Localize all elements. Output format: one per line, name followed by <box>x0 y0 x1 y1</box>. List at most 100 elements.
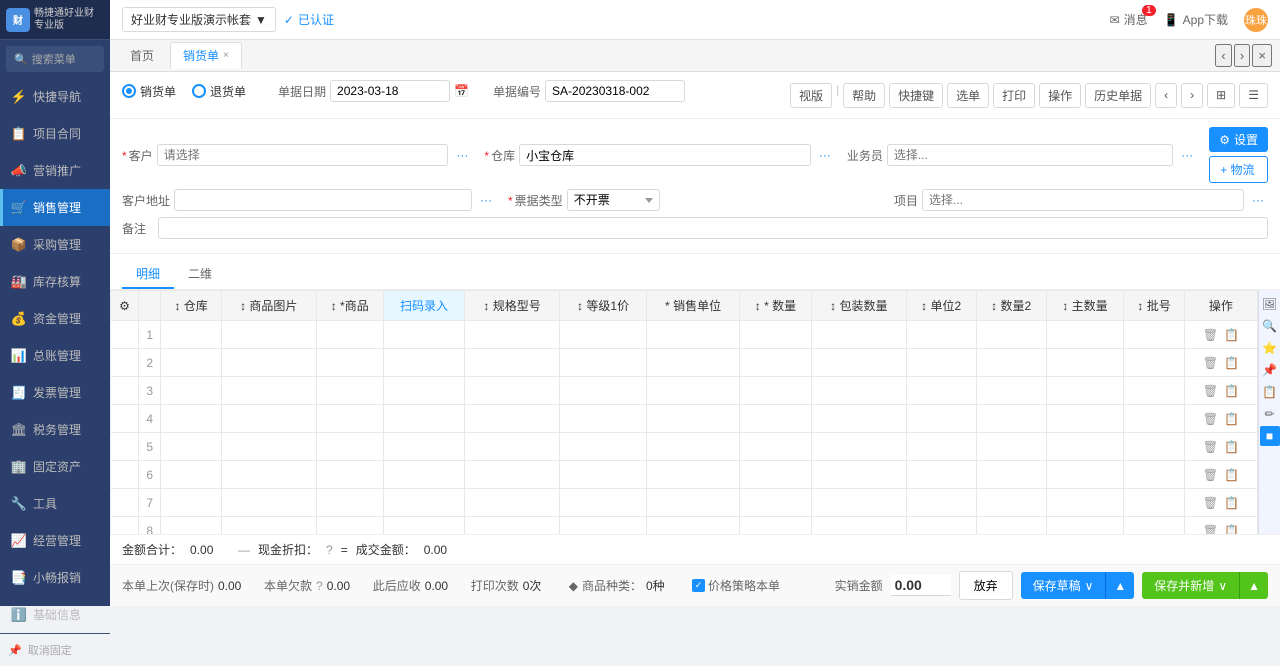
row-copy-icon[interactable]: 📋 <box>1224 356 1239 370</box>
sidebar-item-tax[interactable]: 🏛 税务管理 <box>0 411 110 448</box>
tab-close-all-button[interactable]: × <box>1252 44 1272 67</box>
table-cell[interactable] <box>221 349 316 377</box>
table-cell[interactable] <box>811 489 906 517</box>
doc-date-input[interactable] <box>330 80 450 102</box>
table-cell[interactable] <box>740 517 812 535</box>
col-grade-price[interactable]: ↕ 等级1价 <box>559 291 646 321</box>
table-cell[interactable] <box>221 377 316 405</box>
sidebar-item-basic[interactable]: ℹ️ 基础信息 <box>0 596 110 633</box>
table-cell[interactable] <box>316 321 383 349</box>
table-cell[interactable] <box>1046 517 1124 535</box>
tab-detail-mingxi[interactable]: 明细 <box>122 260 174 289</box>
table-cell[interactable] <box>465 349 560 377</box>
table-cell[interactable] <box>559 349 646 377</box>
table-cell[interactable] <box>465 461 560 489</box>
table-cell[interactable] <box>1124 405 1184 433</box>
col-sales-unit[interactable]: * 销售单位 <box>647 291 740 321</box>
table-cell[interactable] <box>1046 461 1124 489</box>
warehouse-dots-icon[interactable]: ··· <box>815 148 835 162</box>
table-cell[interactable] <box>1124 349 1184 377</box>
table-cell[interactable] <box>161 517 221 535</box>
right-panel-copy-icon[interactable]: 📋 <box>1260 382 1280 402</box>
table-cell[interactable] <box>740 321 812 349</box>
table-cell[interactable] <box>316 461 383 489</box>
print-button[interactable]: 打印 <box>993 83 1035 108</box>
table-cell[interactable] <box>383 433 464 461</box>
sidebar-item-purchase[interactable]: 📦 采购管理 <box>0 226 110 263</box>
table-cell[interactable] <box>647 433 740 461</box>
table-cell[interactable] <box>976 517 1046 535</box>
table-cell[interactable] <box>1046 377 1124 405</box>
project-dots-icon[interactable]: ··· <box>1248 193 1268 207</box>
col-batch[interactable]: ↕ 批号 <box>1124 291 1184 321</box>
table-cell[interactable] <box>1124 321 1184 349</box>
table-cell[interactable] <box>465 489 560 517</box>
table-cell[interactable] <box>316 433 383 461</box>
row-delete-icon[interactable]: 🗑 <box>1203 328 1218 342</box>
address-input[interactable] <box>174 189 472 211</box>
salesperson-input[interactable] <box>887 144 1173 166</box>
table-cell[interactable] <box>316 349 383 377</box>
table-cell[interactable] <box>161 433 221 461</box>
sidebar-item-accounting[interactable]: 📊 总账管理 <box>0 337 110 374</box>
row-delete-icon[interactable]: 🗑 <box>1203 524 1218 535</box>
save-draft-button[interactable]: 保存草稿 ∨ <box>1021 572 1106 599</box>
table-cell[interactable] <box>906 461 976 489</box>
table-cell[interactable] <box>976 349 1046 377</box>
search-menu-button[interactable]: 🔍 搜索菜单 <box>6 46 104 72</box>
table-cell[interactable] <box>465 517 560 535</box>
table-cell[interactable] <box>976 377 1046 405</box>
table-cell[interactable] <box>647 349 740 377</box>
table-cell[interactable] <box>221 405 316 433</box>
row-copy-icon[interactable]: 📋 <box>1224 384 1239 398</box>
tab-sales-order[interactable]: 销货单 × <box>170 42 242 69</box>
table-cell[interactable] <box>647 489 740 517</box>
address-dots-icon[interactable]: ··· <box>476 193 496 207</box>
table-cell[interactable] <box>161 321 221 349</box>
table-cell[interactable] <box>1124 517 1184 535</box>
table-view-button[interactable]: ⊞ <box>1207 83 1235 108</box>
table-cell[interactable] <box>976 489 1046 517</box>
table-cell[interactable] <box>221 517 316 535</box>
table-cell[interactable] <box>647 517 740 535</box>
help-button[interactable]: 帮助 <box>843 83 885 108</box>
right-panel-star-icon[interactable]: ⭐ <box>1260 338 1280 358</box>
customer-input[interactable] <box>157 144 449 166</box>
table-cell[interactable] <box>465 321 560 349</box>
table-cell[interactable] <box>976 321 1046 349</box>
row-copy-icon[interactable]: 📋 <box>1224 496 1239 510</box>
table-cell[interactable] <box>740 433 812 461</box>
remark-input[interactable] <box>158 217 1268 239</box>
table-cell[interactable] <box>316 377 383 405</box>
right-panel-image-icon[interactable]: 🖼 <box>1260 294 1280 314</box>
shortcut-button[interactable]: 快捷键 <box>889 83 943 108</box>
table-cell[interactable] <box>647 461 740 489</box>
table-cell[interactable] <box>1046 349 1124 377</box>
app-download-button[interactable]: 📱 App下载 <box>1164 11 1228 28</box>
table-cell[interactable] <box>316 489 383 517</box>
table-cell[interactable] <box>559 321 646 349</box>
actual-amount-input[interactable] <box>891 575 951 596</box>
table-cell[interactable] <box>383 349 464 377</box>
sidebar-item-capital[interactable]: 💰 资金管理 <box>0 300 110 337</box>
sidebar-item-ops[interactable]: 📈 经营管理 <box>0 522 110 559</box>
view-button[interactable]: 视版 <box>790 83 832 108</box>
table-settings-col[interactable]: ⚙ <box>111 291 139 321</box>
table-cell[interactable] <box>1046 321 1124 349</box>
table-cell[interactable] <box>811 377 906 405</box>
right-panel-highlight-icon[interactable]: ■ <box>1260 426 1280 446</box>
table-cell[interactable] <box>1046 405 1124 433</box>
table-cell[interactable] <box>383 489 464 517</box>
table-cell[interactable] <box>465 433 560 461</box>
tab-home[interactable]: 首页 <box>118 43 166 68</box>
prev-doc-button[interactable]: ‹ <box>1155 83 1177 108</box>
sidebar-item-fixed-assets[interactable]: 🏢 固定资产 <box>0 448 110 485</box>
table-cell[interactable] <box>559 517 646 535</box>
doc-no-input[interactable] <box>545 80 685 102</box>
customer-dots-icon[interactable]: ··· <box>452 148 472 162</box>
table-cell[interactable] <box>383 321 464 349</box>
table-cell[interactable] <box>906 377 976 405</box>
company-selector[interactable]: 好业财专业版演示帐套 ▼ <box>122 7 276 32</box>
table-cell[interactable] <box>559 461 646 489</box>
save-new-arrow-button[interactable]: ▲ <box>1239 572 1268 599</box>
